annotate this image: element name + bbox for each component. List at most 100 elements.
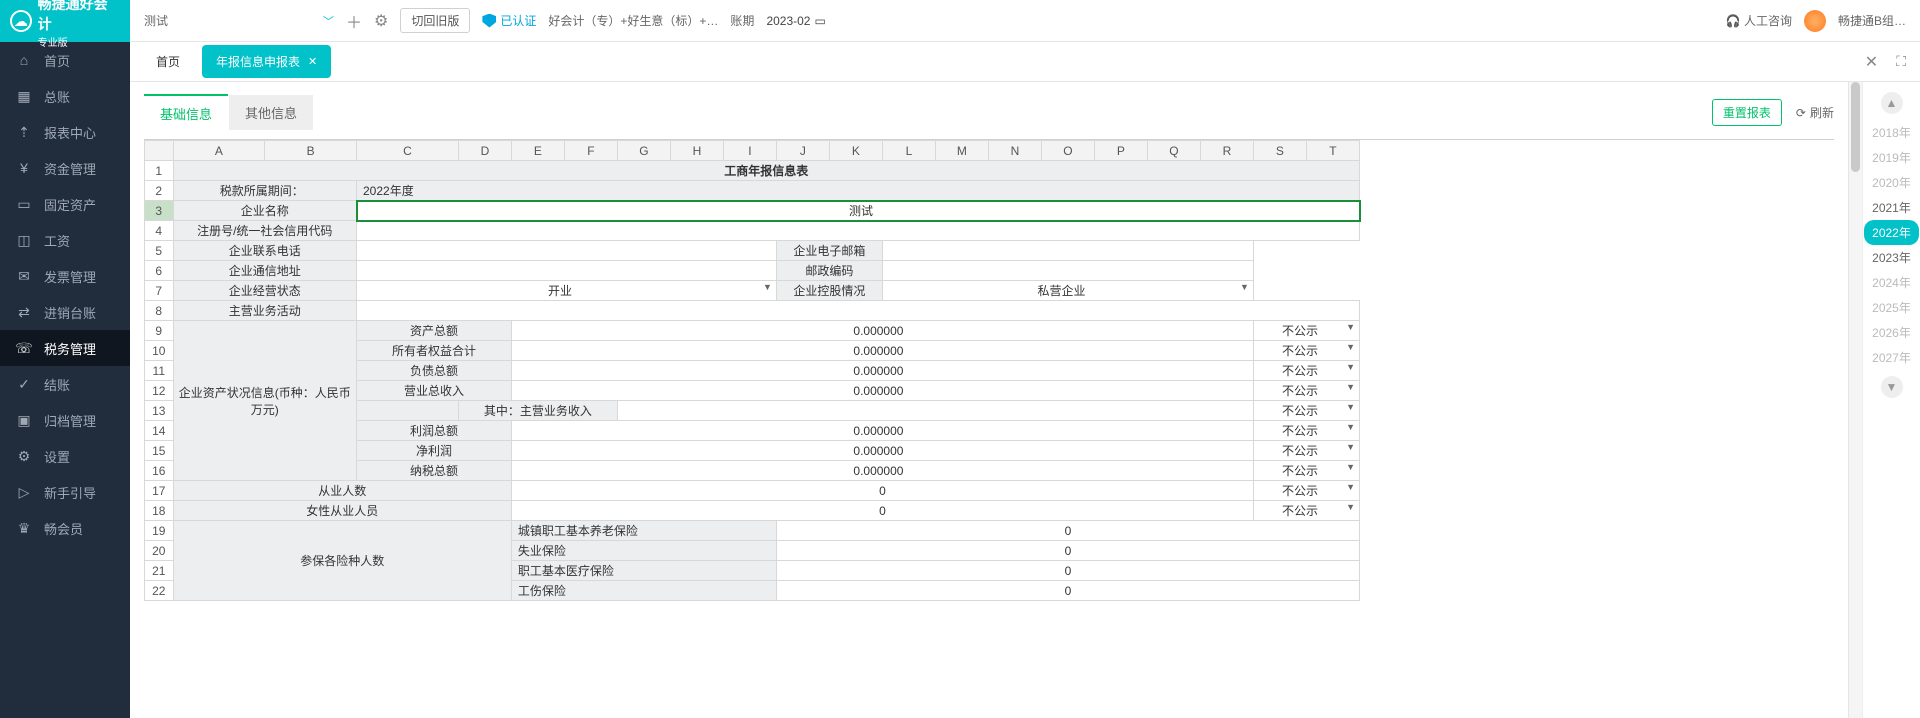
row-header-2[interactable]: 2 xyxy=(145,181,174,201)
sidebar-item-3[interactable]: ¥资金管理 xyxy=(0,150,130,186)
year-down-icon[interactable]: ▼ xyxy=(1881,376,1903,398)
row-header-13[interactable]: 13 xyxy=(145,401,174,421)
row-header-22[interactable]: 22 xyxy=(145,581,174,601)
col-header-Q[interactable]: Q xyxy=(1147,141,1200,161)
sidebar-item-5[interactable]: ◫工资 xyxy=(0,222,130,258)
row-header-17[interactable]: 17 xyxy=(145,481,174,501)
year-2018年[interactable]: 2018年 xyxy=(1864,120,1919,145)
row-header-10[interactable]: 10 xyxy=(145,341,174,361)
row-header-15[interactable]: 15 xyxy=(145,441,174,461)
publish-select-17[interactable]: 不公示▼ xyxy=(1253,481,1359,501)
sidebar-item-2[interactable]: ⇡报表中心 xyxy=(0,114,130,150)
company-select[interactable]: 测试 ﹀ xyxy=(144,8,334,34)
avatar[interactable] xyxy=(1804,10,1826,32)
reset-button[interactable]: 重置报表 xyxy=(1712,99,1782,126)
sidebar-item-10[interactable]: ▣归档管理 xyxy=(0,402,130,438)
row-header-16[interactable]: 16 xyxy=(145,461,174,481)
col-header-B[interactable]: B xyxy=(265,141,357,161)
sidebar-item-0[interactable]: ⌂首页 xyxy=(0,42,130,78)
col-header-F[interactable]: F xyxy=(564,141,617,161)
corner-cell[interactable] xyxy=(145,141,174,161)
year-2025年[interactable]: 2025年 xyxy=(1864,295,1919,320)
col-header-D[interactable]: D xyxy=(458,141,511,161)
switch-old-button[interactable]: 切回旧版 xyxy=(400,8,470,33)
refresh-button[interactable]: ⟳ 刷新 xyxy=(1796,104,1834,121)
publish-select-15[interactable]: 不公示▼ xyxy=(1253,441,1359,461)
row-header-3[interactable]: 3 xyxy=(145,201,174,221)
holding-select[interactable]: 私营企业▼ xyxy=(882,281,1253,301)
publish-select-13[interactable]: 不公示▼ xyxy=(1253,401,1359,421)
col-header-H[interactable]: H xyxy=(670,141,723,161)
col-header-P[interactable]: P xyxy=(1094,141,1147,161)
close-all-icon[interactable]: ✕ xyxy=(1865,52,1878,72)
row-header-20[interactable]: 20 xyxy=(145,541,174,561)
row-header-1[interactable]: 1 xyxy=(145,161,174,181)
close-icon[interactable]: ✕ xyxy=(308,55,317,68)
col-header-I[interactable]: I xyxy=(723,141,776,161)
status-select[interactable]: 开业▼ xyxy=(357,281,777,301)
sidebar-item-1[interactable]: ▦总账 xyxy=(0,78,130,114)
company-value-cell[interactable]: 测试 xyxy=(357,201,1360,221)
col-header-O[interactable]: O xyxy=(1041,141,1094,161)
sheet-tab-other[interactable]: 其他信息 xyxy=(229,95,313,130)
tab-home[interactable]: 首页 xyxy=(144,47,192,76)
year-up-icon[interactable]: ▲ xyxy=(1881,92,1903,114)
support-link[interactable]: 🎧 人工咨询 xyxy=(1726,12,1792,29)
regno-cell[interactable] xyxy=(357,221,1360,241)
row-header-19[interactable]: 19 xyxy=(145,521,174,541)
sidebar-item-9[interactable]: ✓结账 xyxy=(0,366,130,402)
year-2022年[interactable]: 2022年 xyxy=(1864,220,1919,245)
year-2023年[interactable]: 2023年 xyxy=(1864,245,1919,270)
year-2019年[interactable]: 2019年 xyxy=(1864,145,1919,170)
add-icon[interactable]: ＋ xyxy=(346,9,362,33)
col-header-E[interactable]: E xyxy=(511,141,564,161)
publish-select-10[interactable]: 不公示▼ xyxy=(1253,341,1359,361)
row-header-4[interactable]: 4 xyxy=(145,221,174,241)
col-header-N[interactable]: N xyxy=(988,141,1041,161)
col-header-J[interactable]: J xyxy=(776,141,829,161)
col-header-G[interactable]: G xyxy=(617,141,670,161)
sidebar-item-11[interactable]: ⚙设置 xyxy=(0,438,130,474)
publish-select-18[interactable]: 不公示▼ xyxy=(1253,501,1359,521)
col-header-R[interactable]: R xyxy=(1200,141,1253,161)
col-header-C[interactable]: C xyxy=(357,141,459,161)
period-select[interactable]: 2023-02 ▭ xyxy=(766,14,825,28)
sidebar-item-8[interactable]: ☏税务管理 xyxy=(0,330,130,366)
row-header-6[interactable]: 6 xyxy=(145,261,174,281)
row-header-12[interactable]: 12 xyxy=(145,381,174,401)
sidebar-item-4[interactable]: ▭固定资产 xyxy=(0,186,130,222)
year-2020年[interactable]: 2020年 xyxy=(1864,170,1919,195)
year-2021年[interactable]: 2021年 xyxy=(1864,195,1919,220)
col-header-T[interactable]: T xyxy=(1306,141,1359,161)
sheet-tab-basic[interactable]: 基础信息 xyxy=(144,94,228,131)
col-header-S[interactable]: S xyxy=(1253,141,1306,161)
row-header-11[interactable]: 11 xyxy=(145,361,174,381)
sidebar-item-12[interactable]: ▷新手引导 xyxy=(0,474,130,510)
row-header-18[interactable]: 18 xyxy=(145,501,174,521)
row-header-9[interactable]: 9 xyxy=(145,321,174,341)
col-header-K[interactable]: K xyxy=(829,141,882,161)
row-header-8[interactable]: 8 xyxy=(145,301,174,321)
col-header-M[interactable]: M xyxy=(935,141,988,161)
tab-annual-report[interactable]: 年报信息申报表 ✕ xyxy=(202,45,331,78)
row-header-21[interactable]: 21 xyxy=(145,561,174,581)
spreadsheet[interactable]: ABCDEFGHIJKLMNOPQRST 1工商年报信息表2税款所属期间：202… xyxy=(144,139,1834,718)
publish-select-9[interactable]: 不公示▼ xyxy=(1253,321,1359,341)
col-header-A[interactable]: A xyxy=(173,141,265,161)
year-2027年[interactable]: 2027年 xyxy=(1864,345,1919,370)
publish-select-12[interactable]: 不公示▼ xyxy=(1253,381,1359,401)
fullscreen-icon[interactable]: ⛶ xyxy=(1896,53,1906,70)
row-header-14[interactable]: 14 xyxy=(145,421,174,441)
col-header-L[interactable]: L xyxy=(882,141,935,161)
row-header-7[interactable]: 7 xyxy=(145,281,174,301)
year-2024年[interactable]: 2024年 xyxy=(1864,270,1919,295)
publish-select-11[interactable]: 不公示▼ xyxy=(1253,361,1359,381)
publish-select-14[interactable]: 不公示▼ xyxy=(1253,421,1359,441)
year-2026年[interactable]: 2026年 xyxy=(1864,320,1919,345)
publish-select-16[interactable]: 不公示▼ xyxy=(1253,461,1359,481)
gear-icon[interactable]: ⚙ xyxy=(374,11,388,31)
sidebar-item-7[interactable]: ⇄进销台账 xyxy=(0,294,130,330)
row-header-5[interactable]: 5 xyxy=(145,241,174,261)
sidebar-item-13[interactable]: ♛畅会员 xyxy=(0,510,130,546)
sidebar-item-6[interactable]: ✉发票管理 xyxy=(0,258,130,294)
